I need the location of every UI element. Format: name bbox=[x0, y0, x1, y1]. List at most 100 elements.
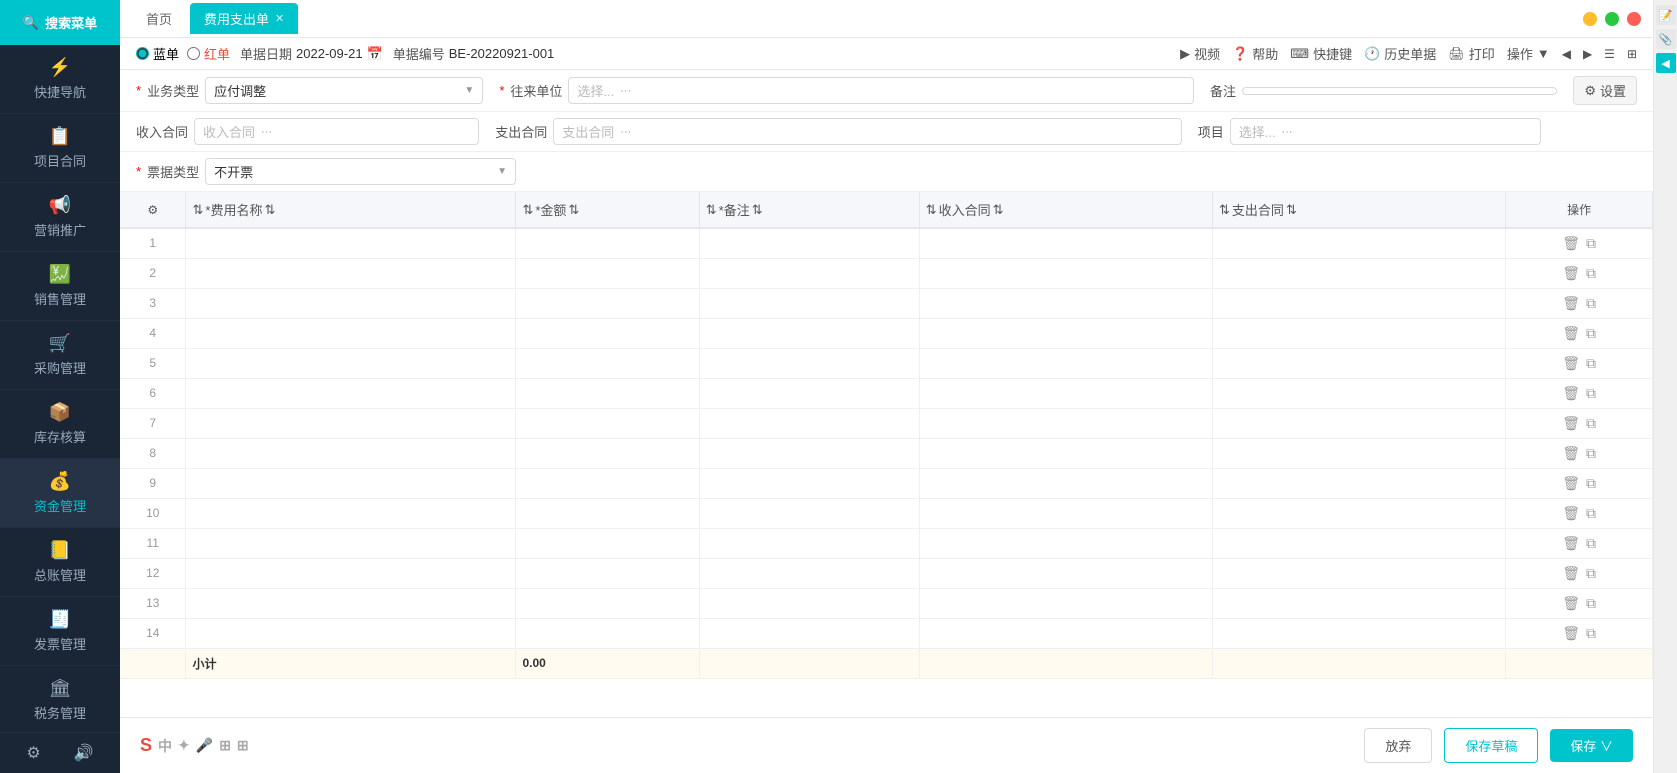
row-amount-10[interactable] bbox=[516, 498, 699, 528]
partner-dots-icon[interactable]: ··· bbox=[620, 85, 631, 97]
copy-icon-6[interactable]: ⧉ bbox=[1586, 385, 1596, 402]
row-income-6[interactable] bbox=[919, 378, 1212, 408]
th-setting[interactable]: ⚙ bbox=[120, 192, 186, 228]
th-expense-sort-down-icon[interactable]: ⇅ bbox=[1286, 202, 1297, 218]
expense-contract-input[interactable]: 支出合同 ··· bbox=[553, 118, 1181, 145]
copy-icon-11[interactable]: ⧉ bbox=[1586, 535, 1596, 552]
copy-icon-7[interactable]: ⧉ bbox=[1586, 415, 1596, 432]
row-note-8[interactable] bbox=[699, 438, 919, 468]
row-income-12[interactable] bbox=[919, 558, 1212, 588]
delete-icon-14[interactable]: 🗑 bbox=[1562, 625, 1580, 642]
row-note-1[interactable] bbox=[699, 228, 919, 258]
row-expense-5[interactable] bbox=[1213, 348, 1506, 378]
row-note-12[interactable] bbox=[699, 558, 919, 588]
sidebar-item-3[interactable]: 💹销售管理 bbox=[0, 252, 120, 321]
row-note-6[interactable] bbox=[699, 378, 919, 408]
copy-icon-10[interactable]: ⧉ bbox=[1586, 505, 1596, 522]
row-note-14[interactable] bbox=[699, 618, 919, 648]
row-income-3[interactable] bbox=[919, 288, 1212, 318]
th-expense-sort-icon[interactable]: ⇅ bbox=[1219, 202, 1230, 218]
grid-view-btn[interactable]: ⊞ bbox=[1627, 47, 1637, 61]
nav-prev-btn[interactable]: ◀ bbox=[1562, 47, 1571, 61]
row-income-2[interactable] bbox=[919, 258, 1212, 288]
income-contract-input[interactable]: 收入合同 ··· bbox=[194, 118, 479, 145]
row-name-4[interactable] bbox=[186, 318, 516, 348]
row-income-11[interactable] bbox=[919, 528, 1212, 558]
brand-icon-4[interactable]: ⊞ bbox=[219, 737, 231, 754]
print-btn[interactable]: 🖨 打印 bbox=[1448, 44, 1495, 63]
sidebar-item-7[interactable]: 📒总账管理 bbox=[0, 528, 120, 597]
edge-btn-2[interactable]: 📎 bbox=[1656, 29, 1676, 49]
delete-icon-12[interactable]: 🗑 bbox=[1562, 565, 1580, 582]
row-name-7[interactable] bbox=[186, 408, 516, 438]
invoice-type-select[interactable]: 不开票 ▼ bbox=[205, 158, 516, 185]
row-name-3[interactable] bbox=[186, 288, 516, 318]
th-note-sort-icon[interactable]: ⇅ bbox=[706, 202, 717, 218]
delete-icon-8[interactable]: 🗑 bbox=[1562, 445, 1580, 462]
brand-icon-2[interactable]: ✦ bbox=[178, 737, 190, 754]
th-name-sort-up-icon[interactable]: ⇅ bbox=[192, 202, 203, 218]
brand-icon-5[interactable]: ⊞ bbox=[237, 737, 249, 754]
radio-red-label[interactable]: 红单 bbox=[187, 44, 230, 63]
row-note-13[interactable] bbox=[699, 588, 919, 618]
discard-btn[interactable]: 放弃 bbox=[1364, 728, 1432, 763]
delete-icon-10[interactable]: 🗑 bbox=[1562, 505, 1580, 522]
brand-icon-3[interactable]: 🎤 bbox=[196, 737, 213, 754]
project-input[interactable]: 选择... ··· bbox=[1230, 118, 1541, 145]
row-amount-7[interactable] bbox=[516, 408, 699, 438]
row-expense-8[interactable] bbox=[1213, 438, 1506, 468]
tab-expense[interactable]: 费用支出单 ✕ bbox=[190, 3, 298, 34]
th-income-sort-down-icon[interactable]: ⇅ bbox=[993, 202, 1004, 218]
settings-icon[interactable]: ⚙ bbox=[26, 743, 40, 763]
row-name-1[interactable] bbox=[186, 228, 516, 258]
row-expense-12[interactable] bbox=[1213, 558, 1506, 588]
row-income-10[interactable] bbox=[919, 498, 1212, 528]
th-name-sort-down-icon[interactable]: ⇅ bbox=[264, 202, 275, 218]
row-expense-6[interactable] bbox=[1213, 378, 1506, 408]
brand-icon-1[interactable]: 中 bbox=[158, 736, 172, 756]
delete-icon-6[interactable]: 🗑 bbox=[1562, 385, 1580, 402]
row-amount-6[interactable] bbox=[516, 378, 699, 408]
radio-red-input[interactable] bbox=[187, 47, 200, 60]
video-btn[interactable]: ▶ 视频 bbox=[1180, 44, 1220, 63]
row-amount-11[interactable] bbox=[516, 528, 699, 558]
project-dots-icon[interactable]: ··· bbox=[1282, 126, 1293, 138]
row-expense-10[interactable] bbox=[1213, 498, 1506, 528]
biz-type-select[interactable]: 应付调整 ▼ bbox=[205, 77, 483, 104]
window-close-btn[interactable] bbox=[1627, 12, 1641, 26]
delete-icon-4[interactable]: 🗑 bbox=[1562, 325, 1580, 342]
copy-icon-1[interactable]: ⧉ bbox=[1586, 235, 1596, 252]
radio-blue-label[interactable]: 蓝单 bbox=[136, 44, 179, 63]
window-min-btn[interactable] bbox=[1583, 12, 1597, 26]
row-expense-9[interactable] bbox=[1213, 468, 1506, 498]
row-amount-1[interactable] bbox=[516, 228, 699, 258]
row-name-11[interactable] bbox=[186, 528, 516, 558]
settings-btn[interactable]: ⚙ 设置 bbox=[1573, 76, 1637, 105]
delete-icon-3[interactable]: 🗑 bbox=[1562, 295, 1580, 312]
row-note-4[interactable] bbox=[699, 318, 919, 348]
row-expense-2[interactable] bbox=[1213, 258, 1506, 288]
delete-icon-5[interactable]: 🗑 bbox=[1562, 355, 1580, 372]
row-income-1[interactable] bbox=[919, 228, 1212, 258]
save-btn[interactable]: 保存 ∨ bbox=[1550, 729, 1633, 762]
row-note-7[interactable] bbox=[699, 408, 919, 438]
delete-icon-9[interactable]: 🗑 bbox=[1562, 475, 1580, 492]
row-note-5[interactable] bbox=[699, 348, 919, 378]
th-amount-sort-icon[interactable]: ⇅ bbox=[522, 202, 533, 218]
list-view-btn[interactable]: ☰ bbox=[1604, 47, 1615, 61]
date-value[interactable]: 2022-09-21 bbox=[296, 46, 363, 61]
th-amount-sort-down-icon[interactable]: ⇅ bbox=[568, 202, 579, 218]
th-note-sort-down-icon[interactable]: ⇅ bbox=[752, 202, 763, 218]
action-btn[interactable]: 操作 ▼ bbox=[1507, 44, 1550, 63]
row-name-8[interactable] bbox=[186, 438, 516, 468]
sidebar-item-6[interactable]: 💰资金管理 bbox=[0, 459, 120, 528]
row-name-2[interactable] bbox=[186, 258, 516, 288]
sidebar-item-4[interactable]: 🛒采购管理 bbox=[0, 321, 120, 390]
sidebar-item-2[interactable]: 📢营销推广 bbox=[0, 183, 120, 252]
partner-input[interactable]: 选择... ··· bbox=[568, 77, 1194, 104]
sidebar-item-0[interactable]: ⚡快捷导航 bbox=[0, 45, 120, 114]
row-income-5[interactable] bbox=[919, 348, 1212, 378]
row-amount-8[interactable] bbox=[516, 438, 699, 468]
history-btn[interactable]: 🕐 历史单据 bbox=[1364, 44, 1436, 63]
row-income-14[interactable] bbox=[919, 618, 1212, 648]
